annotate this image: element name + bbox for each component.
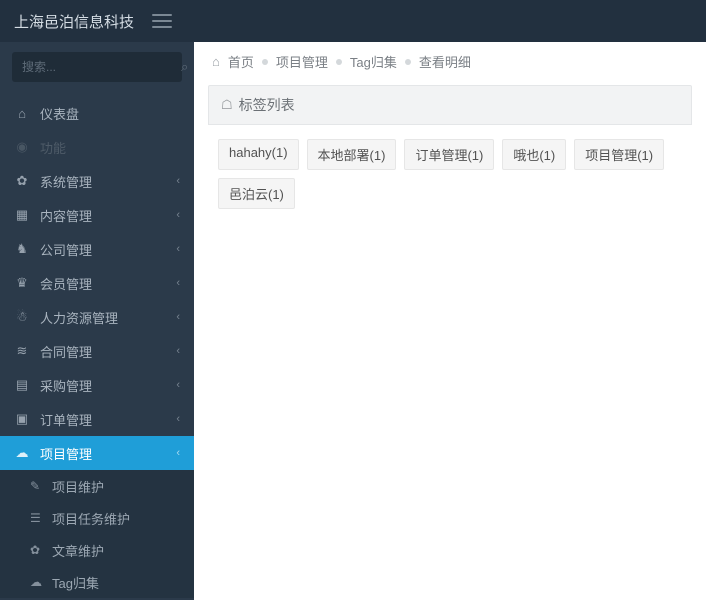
breadcrumb-sep [336, 59, 342, 65]
nav-icon: ◉ [14, 139, 30, 155]
nav-icon: ♞ [14, 241, 30, 257]
nav-icon: ▦ [14, 207, 30, 223]
sidebar-item-3[interactable]: ▦ 内容管理 ‹ [0, 198, 194, 232]
sidebar-item-7[interactable]: ≋ 合同管理 ‹ [0, 334, 194, 368]
tag-item-2[interactable]: 订单管理(1) [404, 139, 494, 170]
tag-panel: ☖ 标签列表 hahahy(1) 本地部署(1)订单管理(1) 哦也(1) 项目管理(… [208, 85, 692, 223]
nav-label: 订单管理 [40, 410, 166, 429]
nav-icon: ▣ [14, 411, 30, 427]
nav-label: 内容管理 [40, 206, 166, 225]
breadcrumb-sep [405, 59, 411, 65]
nav-icon: ♛ [14, 275, 30, 291]
nav-icon: ☃ [14, 309, 30, 325]
sub-label: 项目任务维护 [52, 509, 130, 528]
nav-label: 公司管理 [40, 240, 166, 259]
nav-icon: ⌂ [14, 106, 30, 121]
sidebar-subitem-0[interactable]: ✎ 项目维护 [0, 470, 194, 502]
nav-icon: ≋ [14, 343, 30, 359]
search-icon: ⌕ [181, 59, 188, 75]
search-input[interactable] [22, 60, 177, 74]
panel-header: ☖ 标签列表 [208, 85, 692, 125]
breadcrumb-sep [262, 59, 268, 65]
nav-label: 会员管理 [40, 274, 166, 293]
nav-icon: ▤ [14, 377, 30, 393]
tag-item-3[interactable]: 哦也(1) [502, 139, 566, 170]
sidebar-subitem-1[interactable]: ☰ 项目任务维护 [0, 502, 194, 534]
sub-label: 文章维护 [52, 541, 104, 560]
sub-icon: ☰ [30, 511, 44, 525]
nav-label: 系统管理 [40, 172, 166, 191]
sub-icon: ✿ [30, 543, 44, 557]
sidebar-item-1[interactable]: ◉ 功能 [0, 130, 194, 164]
nav-icon: ✿ [14, 173, 30, 189]
home-icon: ⌂ [212, 54, 220, 69]
breadcrumb-home[interactable]: 首页 [228, 52, 254, 71]
tag-item-1[interactable]: 本地部署(1) [307, 139, 397, 170]
bookmark-icon: ☖ [221, 97, 233, 113]
breadcrumb: ⌂ 首页 项目管理 Tag归集 查看明细 [194, 42, 706, 79]
sidebar-item-9[interactable]: ▣ 订单管理 ‹ [0, 402, 194, 436]
nav-label: 人力资源管理 [40, 308, 166, 327]
chevron-left-icon: ‹ [176, 277, 180, 289]
tag-item-4[interactable]: 项目管理(1) [574, 139, 664, 170]
chevron-left-icon: ‹ [176, 175, 180, 187]
chevron-left-icon: ‹ [176, 311, 180, 323]
tag-item-0[interactable]: hahahy(1) [218, 139, 299, 170]
sidebar-item-10[interactable]: ☁ 项目管理 ‹ [0, 436, 194, 470]
chevron-left-icon: ‹ [176, 413, 180, 425]
nav-label: 采购管理 [40, 376, 166, 395]
panel-title: 标签列表 [239, 95, 295, 115]
sidebar-subitem-2[interactable]: ✿ 文章维护 [0, 534, 194, 566]
sidebar: ⌕ ⌂ 仪表盘 ◉ 功能 ✿ 系统管理 ‹ ▦ 内容管理 ‹ ♞ 公司管理 ‹ ♛ 会员管理 ‹ ☃ 人力资源管理… [0, 42, 194, 600]
app-title: 上海邑泊信息科技 [14, 11, 134, 32]
nav-label: 仪表盘 [40, 104, 180, 123]
sub-label: 项目维护 [52, 477, 104, 496]
breadcrumb-item-0[interactable]: 项目管理 [276, 52, 328, 71]
menu-toggle-icon[interactable] [152, 14, 172, 28]
chevron-left-icon: ‹ [176, 447, 180, 459]
sidebar-item-8[interactable]: ▤ 采购管理 ‹ [0, 368, 194, 402]
tag-item-5[interactable]: 邑泊云(1) [218, 178, 295, 209]
sidebar-subnav: ✎ 项目维护 ☰ 项目任务维护 ✿ 文章维护 ☁ Tag归集 [0, 470, 194, 598]
nav-label: 功能 [40, 138, 180, 157]
sidebar-item-6[interactable]: ☃ 人力资源管理 ‹ [0, 300, 194, 334]
sidebar-item-2[interactable]: ✿ 系统管理 ‹ [0, 164, 194, 198]
chevron-left-icon: ‹ [176, 209, 180, 221]
sub-icon: ☁ [30, 575, 44, 589]
sidebar-item-5[interactable]: ♛ 会员管理 ‹ [0, 266, 194, 300]
sidebar-item-4[interactable]: ♞ 公司管理 ‹ [0, 232, 194, 266]
sidebar-subitem-3[interactable]: ☁ Tag归集 [0, 566, 194, 598]
sub-label: Tag归集 [52, 573, 99, 592]
sidebar-search[interactable]: ⌕ [12, 52, 182, 82]
nav-icon: ☁ [14, 445, 30, 461]
breadcrumb-item-1[interactable]: Tag归集 [350, 52, 397, 71]
sidebar-nav: ⌂仪表盘◉功能✿系统管理‹▦内容管理‹♞公司管理‹♛会员管理‹☃人力资源管理‹≋… [0, 90, 194, 470]
chevron-left-icon: ‹ [176, 379, 180, 391]
chevron-left-icon: ‹ [176, 345, 180, 357]
nav-label: 合同管理 [40, 342, 166, 361]
main-content: ⌂ 首页 项目管理 Tag归集 查看明细 ☖ 标签列表 hahahy(1) 本地部… [194, 42, 706, 600]
chevron-left-icon: ‹ [176, 243, 180, 255]
app-header: 上海邑泊信息科技 [0, 0, 706, 42]
tag-list: hahahy(1) 本地部署(1)订单管理(1) 哦也(1) 项目管理(1) 邑泊云(1… [218, 139, 682, 209]
sidebar-item-0[interactable]: ⌂ 仪表盘 [0, 96, 194, 130]
sub-icon: ✎ [30, 479, 44, 493]
breadcrumb-item-2[interactable]: 查看明细 [419, 52, 471, 71]
nav-label: 项目管理 [40, 444, 166, 463]
